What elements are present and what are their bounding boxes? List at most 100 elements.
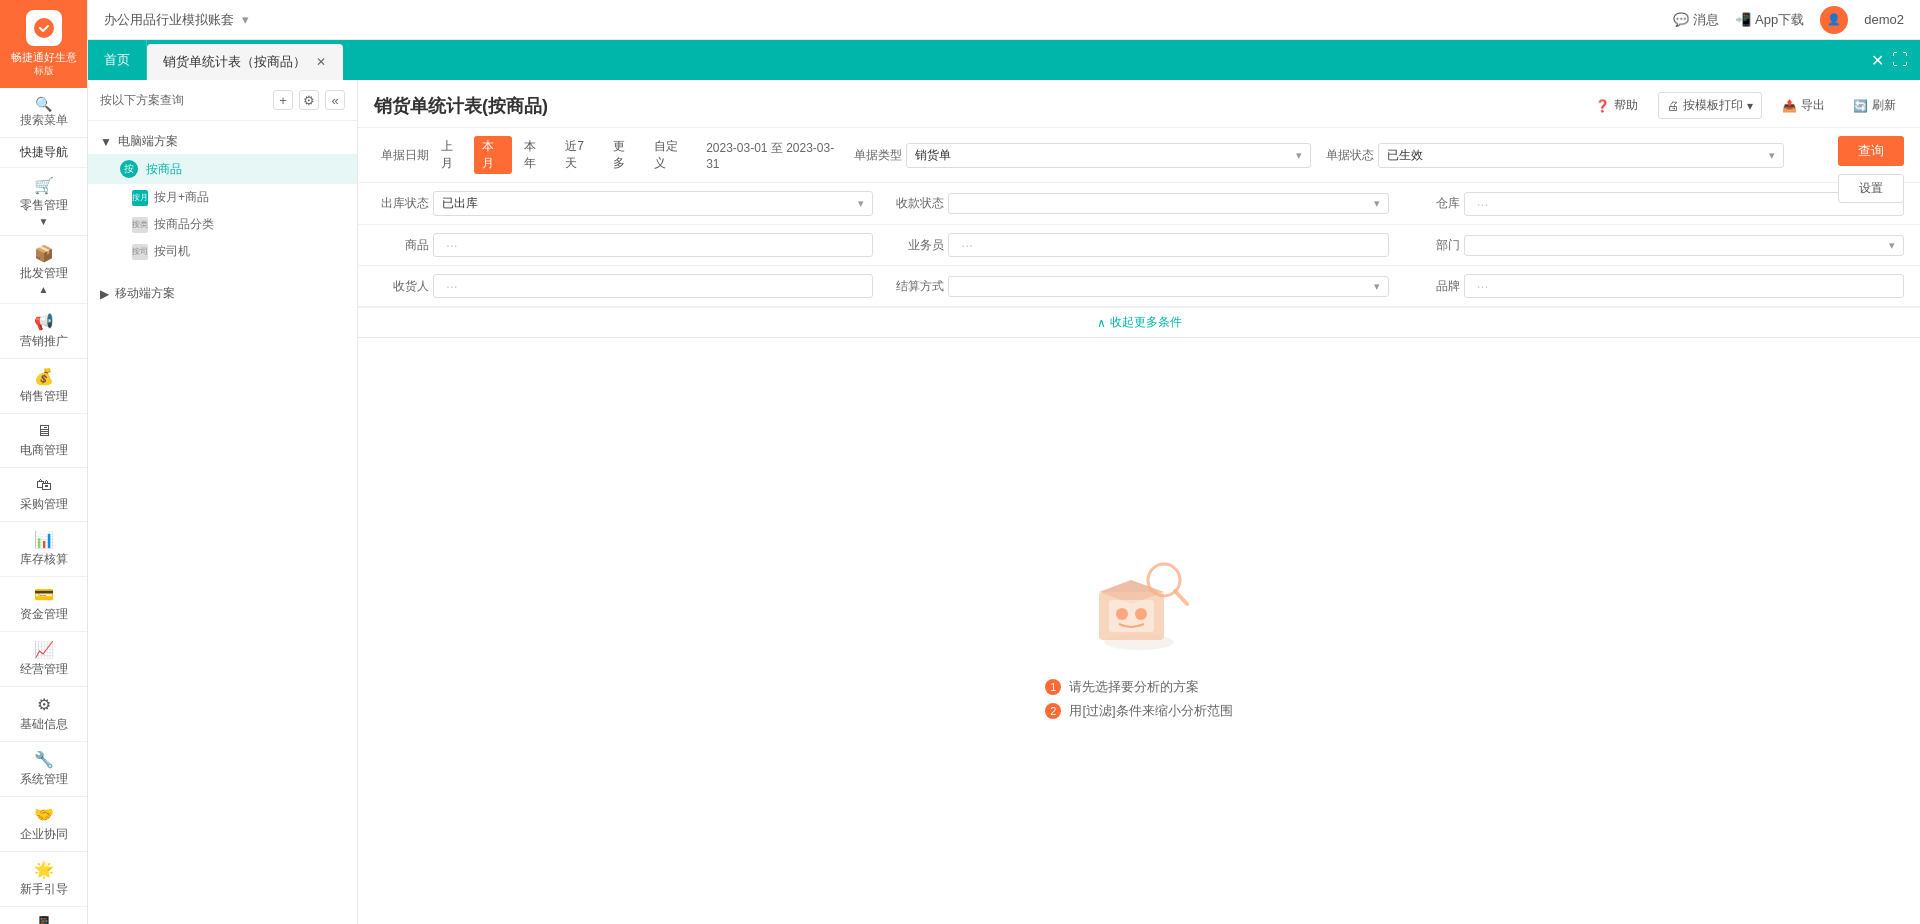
sidebar-item-ecommerce[interactable]: 🖥 电商管理	[0, 414, 87, 468]
filter-doctype-select[interactable]: 销货单 ▾	[906, 143, 1312, 168]
tab-sales-stat[interactable]: 销货单统计表（按商品） ✕	[147, 44, 343, 80]
query-btn[interactable]: 查询	[1838, 136, 1904, 166]
sidebar-item-purchase[interactable]: 🛍 采购管理	[0, 468, 87, 522]
date-tab-thismonth[interactable]: 本月	[474, 136, 511, 174]
sidebar-item-basic[interactable]: ⚙ 基础信息	[0, 687, 87, 742]
sidebar-search[interactable]: 🔍 搜索菜单	[0, 88, 87, 138]
sidebar-item-marketing[interactable]: 📢 营销推广	[0, 304, 87, 359]
topbar: 办公用品行业模拟账套 ▾ 💬 消息 📲 App下载 👤 demo2	[88, 0, 1920, 40]
filter-receiver-input[interactable]: ···	[433, 274, 873, 298]
date-tab-last7days[interactable]: 近7天	[557, 136, 600, 174]
tab-home[interactable]: 首页	[88, 40, 147, 80]
date-tab-custom[interactable]: 自定义	[646, 136, 694, 174]
filter-docstatus-select[interactable]: 已生效 ▾	[1378, 143, 1784, 168]
scheme-by-product[interactable]: 按 按商品	[88, 154, 357, 184]
purchase-label: 采购管理	[20, 496, 68, 513]
sub-scheme-icon-month: 按月	[132, 190, 148, 206]
date-tab-more[interactable]: 更多	[605, 136, 642, 174]
sales-icon: 💰	[34, 367, 54, 386]
receiver-dots-icon[interactable]: ···	[446, 278, 458, 294]
sidebar-quick-nav[interactable]: 快捷导航	[0, 138, 87, 168]
mobile-scheme-group: ▶ 移动端方案	[88, 273, 357, 314]
brand-dots-icon[interactable]: ···	[1477, 278, 1489, 294]
collapse-bar[interactable]: ∧ 收起更多条件	[358, 307, 1920, 337]
settings-btn[interactable]: 设置	[1838, 174, 1904, 203]
export-btn[interactable]: 📤 导出	[1774, 93, 1833, 118]
mobile-scheme-group-header[interactable]: ▶ 移动端方案	[88, 281, 357, 306]
scheme-by-month-product[interactable]: 按月 按月+商品	[88, 184, 357, 211]
retail-icon: 🛒	[34, 176, 54, 195]
svg-point-0	[34, 18, 54, 38]
help-icon: ❓	[1595, 99, 1610, 113]
filter-brand-input[interactable]: ···	[1464, 274, 1904, 298]
filter-outstatus-select[interactable]: 已出库 ▾	[433, 191, 873, 216]
filter-docstatus-label: 单据状态	[1319, 147, 1374, 164]
system-label: 系统管理	[20, 771, 68, 788]
sidebar-item-inventory[interactable]: 📊 库存核算	[0, 522, 87, 577]
tab-close-icon[interactable]: ✕	[316, 55, 326, 69]
date-tab-lastmonth[interactable]: 上月	[433, 136, 470, 174]
warehouse-dots-icon[interactable]: ···	[1477, 196, 1489, 212]
sidebar-item-appcenter[interactable]: 📱 应用中心	[0, 907, 87, 924]
settings-scheme-btn[interactable]: ⚙	[299, 90, 319, 110]
app-download-action[interactable]: 📲 App下载	[1735, 11, 1804, 29]
window-close-icon[interactable]: ✕	[1871, 51, 1884, 70]
purchase-icon: 🛍	[36, 476, 52, 494]
sidebar-item-enterprise[interactable]: 🤝 企业协同	[0, 797, 87, 852]
date-tab-thisyear[interactable]: 本年	[516, 136, 553, 174]
filter-product-input[interactable]: ···	[433, 233, 873, 257]
left-panel-header: 按以下方案查询 + ⚙ «	[88, 80, 357, 121]
app-name: 畅捷通好生意	[11, 50, 77, 64]
sidebar-item-operations[interactable]: 📈 经营管理	[0, 632, 87, 687]
filter-dept-label: 部门	[1405, 237, 1460, 254]
operations-label: 经营管理	[20, 661, 68, 678]
message-action[interactable]: 💬 消息	[1673, 11, 1719, 29]
user-name[interactable]: demo2	[1864, 12, 1904, 27]
product-dots-icon[interactable]: ···	[446, 237, 458, 253]
finance-label: 资金管理	[20, 606, 68, 623]
filter-row-3: 商品 ··· 业务员 ··· 部门	[358, 225, 1920, 266]
add-scheme-btn[interactable]: +	[273, 90, 293, 110]
inventory-label: 库存核算	[20, 551, 68, 568]
filter-collectstatus-select[interactable]: ▾	[948, 193, 1388, 214]
sidebar-item-newbie[interactable]: 🌟 新手引导	[0, 852, 87, 907]
filter-product-item: 商品 ···	[374, 233, 873, 257]
collapse-panel-btn[interactable]: «	[325, 90, 345, 110]
filter-dept-select[interactable]: ▾	[1464, 235, 1904, 256]
filter-salesman-input[interactable]: ···	[948, 233, 1388, 257]
app-logo[interactable]: 畅捷通好生意 标版	[0, 0, 87, 88]
help-btn[interactable]: ❓ 帮助	[1587, 93, 1646, 118]
sidebar-item-finance[interactable]: 💳 资金管理	[0, 577, 87, 632]
page-title: 销货单统计表(按商品)	[374, 94, 548, 118]
topbar-left: 办公用品行业模拟账套 ▾	[104, 11, 249, 29]
main-area: 办公用品行业模拟账套 ▾ 💬 消息 📲 App下载 👤 demo2 首页 销货单…	[88, 0, 1920, 924]
sidebar-item-retail[interactable]: 🛒 零售管理 ▼	[0, 168, 87, 236]
filter-doctype-value: 销货单	[915, 147, 951, 164]
filter-area: 销货单统计表(按商品) ❓ 帮助 🖨 按模板打印 ▾ 📤	[358, 80, 1920, 338]
empty-illustration	[1079, 542, 1199, 662]
tree-expand-icon: ▼	[100, 135, 112, 149]
scheme-by-category[interactable]: 按类 按商品分类	[88, 211, 357, 238]
scheme-by-driver[interactable]: 按司 按司机	[88, 238, 357, 265]
filter-receiver-item: 收货人 ···	[374, 274, 873, 298]
print-btn[interactable]: 🖨 按模板打印 ▾	[1658, 92, 1762, 119]
scheme-by-product-label: 按商品	[146, 161, 182, 178]
filter-warehouse-item: 仓库 ···	[1405, 192, 1904, 216]
window-expand-icon[interactable]: ⛶	[1892, 51, 1908, 69]
filter-salesman-label: 业务员	[889, 237, 944, 254]
filter-payment-item: 结算方式 ▾	[889, 276, 1388, 297]
user-avatar[interactable]: 👤	[1820, 6, 1848, 34]
sidebar-item-system[interactable]: 🔧 系统管理	[0, 742, 87, 797]
pc-scheme-group: ▼ 电脑端方案 按 按商品 按月 按月+商品 按类 按商品分类 按司	[88, 121, 357, 273]
pc-scheme-group-header[interactable]: ▼ 电脑端方案	[88, 129, 357, 154]
sidebar-item-wholesale[interactable]: 📦 批发管理 ▲	[0, 236, 87, 304]
refresh-btn[interactable]: 🔄 刷新	[1845, 93, 1904, 118]
app-download-label: App下载	[1755, 11, 1804, 29]
filter-outstatus-item: 出库状态 已出库 ▾	[374, 191, 873, 216]
sidebar-item-sales[interactable]: 💰 销售管理	[0, 359, 87, 414]
empty-state: 1 请先选择要分析的方案 2 用[过滤]条件来缩小分析范围	[358, 338, 1920, 924]
date-range-text: 2023-03-01 至 2023-03-31	[706, 140, 839, 171]
filter-payment-select[interactable]: ▾	[948, 276, 1388, 297]
salesman-dots-icon[interactable]: ···	[961, 237, 973, 253]
filter-dept-item: 部门 ▾	[1405, 235, 1904, 256]
